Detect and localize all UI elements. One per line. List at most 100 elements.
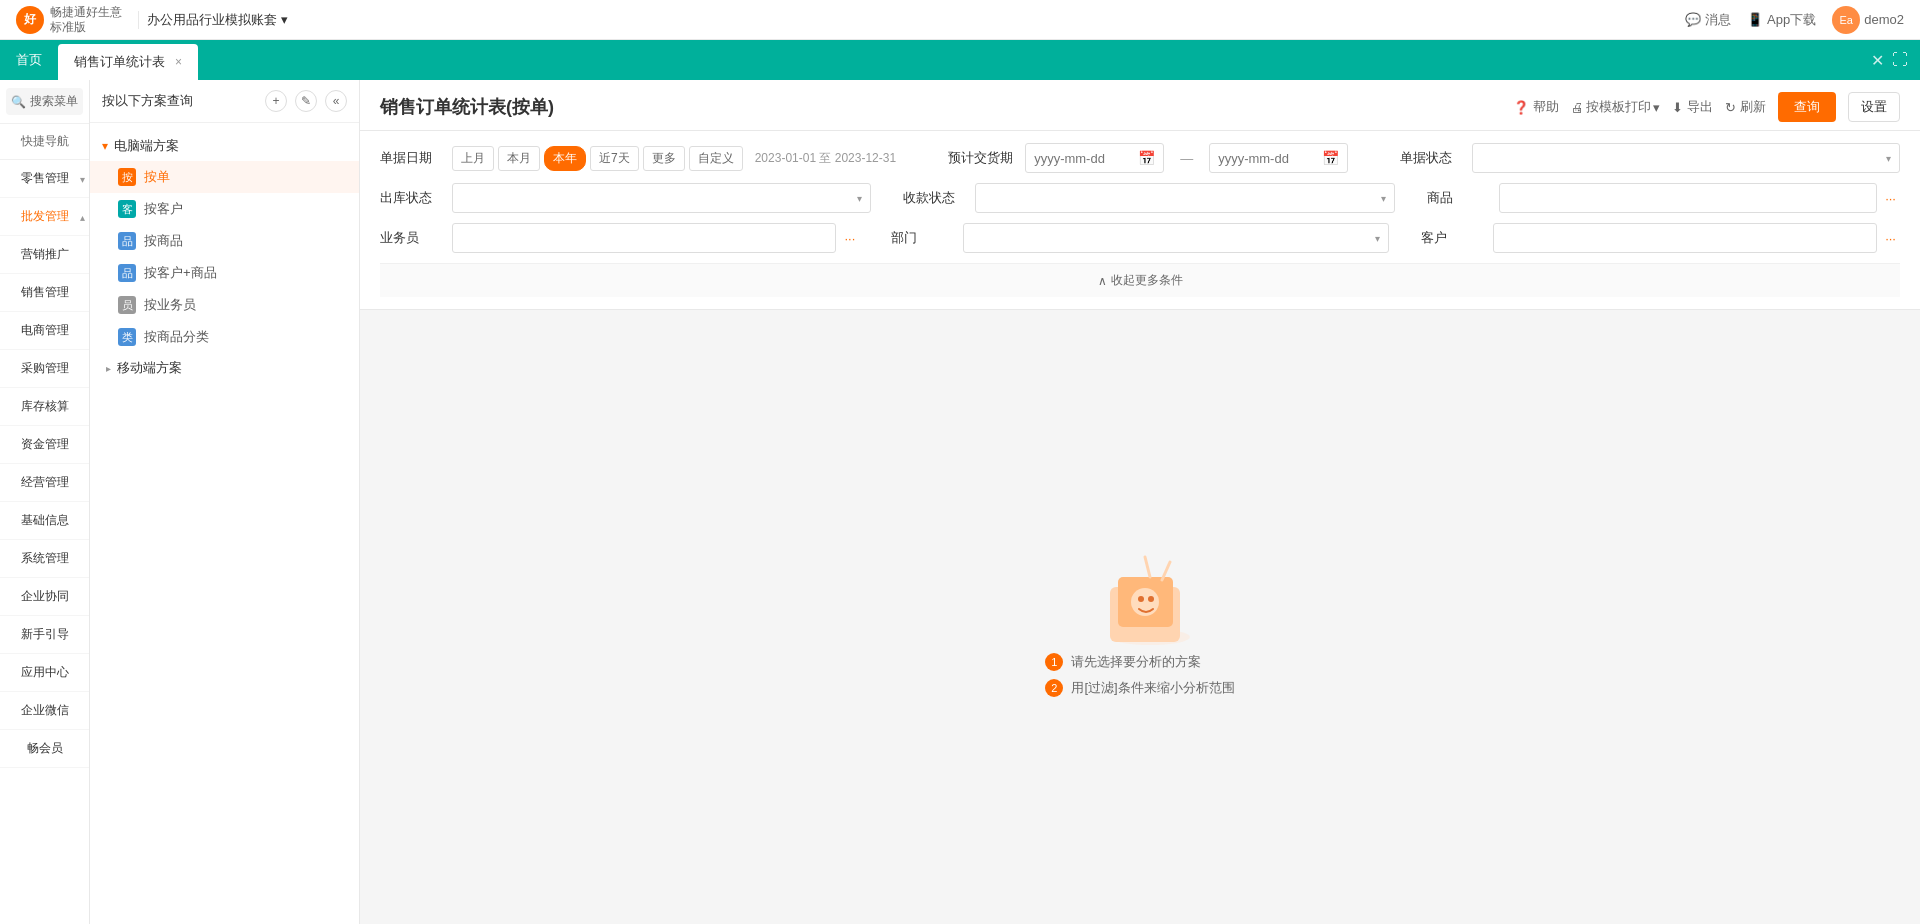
sidebar-item-enterprise[interactable]: 企业协同	[0, 578, 89, 616]
step-2-number: 2	[1045, 679, 1063, 697]
search-icon: 🔍	[11, 95, 26, 109]
help-button[interactable]: ❓ 帮助	[1513, 98, 1559, 116]
product-label: 商品	[1427, 189, 1487, 207]
sidebar-item-newbie[interactable]: 新手引导	[0, 616, 89, 654]
sidebar-item-marketing[interactable]: 营销推广	[0, 236, 89, 274]
payment-status-label: 收款状态	[903, 189, 963, 207]
calendar-icon: 📅	[1138, 150, 1155, 166]
empty-illustration	[1090, 537, 1190, 637]
top-bar-left: 好 畅捷通好生意 标准版 办公用品行业模拟账套	[16, 5, 296, 34]
product-input[interactable]	[1499, 183, 1877, 213]
shipment-status-select[interactable]	[452, 183, 871, 213]
by-salesperson-icon: 员	[118, 296, 136, 314]
expand-window-button[interactable]: ⛶	[1892, 51, 1908, 69]
custom-date-button[interactable]: 自定义	[689, 146, 743, 171]
sidebar-item-operation[interactable]: 经营管理	[0, 464, 89, 502]
print-button[interactable]: 🖨 按模板打印	[1571, 98, 1660, 116]
salesperson-input[interactable]	[452, 223, 836, 253]
query-button[interactable]: 查询	[1778, 92, 1836, 122]
salesperson-label: 业务员	[380, 229, 440, 247]
mobile-solutions-header[interactable]: 移动端方案	[90, 353, 359, 383]
sidebar-item-retail[interactable]: 零售管理	[0, 160, 89, 198]
date-label: 单据日期	[380, 149, 440, 167]
salesperson-more-button[interactable]: ···	[840, 231, 859, 246]
by-product-icon: 品	[118, 232, 136, 250]
tab-sales-order-stats[interactable]: 销售订单统计表 ×	[58, 44, 198, 80]
close-window-button[interactable]: ✕	[1871, 51, 1884, 70]
tab-home[interactable]: 首页	[0, 40, 58, 80]
this-year-button[interactable]: 本年	[544, 146, 586, 171]
tab-close-icon[interactable]: ×	[175, 55, 182, 69]
sidebar-item-sales[interactable]: 销售管理	[0, 274, 89, 312]
export-button[interactable]: ⬇ 导出	[1672, 98, 1713, 116]
last7days-button[interactable]: 近7天	[590, 146, 639, 171]
status-label: 单据状态	[1400, 149, 1460, 167]
tree-item-by-product[interactable]: 品 按商品	[90, 225, 359, 257]
mobile-solutions-label: 移动端方案	[117, 359, 182, 377]
sidebar-item-basic[interactable]: 基础信息	[0, 502, 89, 540]
by-customer-product-icon: 品	[118, 264, 136, 282]
sidebar-item-finance[interactable]: 资金管理	[0, 426, 89, 464]
tree-item-by-customer[interactable]: 客 按客户	[90, 193, 359, 225]
sidebar-item-inventory[interactable]: 库存核算	[0, 388, 89, 426]
payment-status-select[interactable]	[975, 183, 1394, 213]
collapse-more-conditions-button[interactable]: ∧ 收起更多条件	[380, 263, 1900, 297]
pc-solutions-header[interactable]: 电脑端方案	[90, 131, 359, 161]
more-date-button[interactable]: 更多	[643, 146, 685, 171]
sidebar-item-appstore[interactable]: 应用中心	[0, 654, 89, 692]
sidebar-item-purchase[interactable]: 采购管理	[0, 350, 89, 388]
message-button[interactable]: 💬 消息	[1685, 11, 1731, 29]
app-selector[interactable]: 办公用品行业模拟账套	[138, 11, 296, 29]
left-panel-header: 按以下方案查询 + ✎ «	[90, 80, 359, 123]
add-solution-button[interactable]: +	[265, 90, 287, 112]
mobile-solutions-group: 移动端方案	[90, 353, 359, 383]
page-title: 销售订单统计表(按单)	[380, 95, 554, 119]
sidebar-item-member[interactable]: 畅会员	[0, 730, 89, 768]
svg-point-4	[1138, 596, 1144, 602]
svg-point-5	[1148, 596, 1154, 602]
date-range-display: 2023-01-01 至 2023-12-31	[755, 150, 896, 167]
end-date-input-wrap: 📅	[1209, 143, 1348, 173]
app-download-button[interactable]: 📱 App下载	[1747, 11, 1816, 29]
sidebar-item-system[interactable]: 系统管理	[0, 540, 89, 578]
sidebar-item-wholesale[interactable]: 批发管理 ▴	[0, 198, 89, 236]
customer-label: 客户	[1421, 229, 1481, 247]
department-select[interactable]	[963, 223, 1388, 253]
product-more-button[interactable]: ···	[1881, 191, 1900, 206]
help-icon: ❓	[1513, 100, 1529, 115]
tree-item-by-customer-product[interactable]: 品 按客户+商品	[90, 257, 359, 289]
sidebar-item-corpwechat[interactable]: 企业微信	[0, 692, 89, 730]
edit-solution-button[interactable]: ✎	[295, 90, 317, 112]
customer-more-button[interactable]: ···	[1881, 231, 1900, 246]
customer-input[interactable]	[1493, 223, 1877, 253]
step-1-number: 1	[1045, 653, 1063, 671]
status-select[interactable]	[1472, 143, 1900, 173]
this-month-button[interactable]: 本月	[498, 146, 540, 171]
print-chevron-icon	[1653, 100, 1660, 115]
sidebar-item-ecommerce[interactable]: 电商管理	[0, 312, 89, 350]
sidebar: 🔍 搜索菜单 快捷导航 零售管理 批发管理 ▴ 营销推广 销售管理 电商管理 采…	[0, 80, 90, 924]
start-date-input[interactable]	[1034, 151, 1134, 166]
payment-chevron-icon	[1381, 193, 1386, 204]
logo-text: 畅捷通好生意 标准版	[50, 5, 122, 34]
main-layout: 🔍 搜索菜单 快捷导航 零售管理 批发管理 ▴ 营销推广 销售管理 电商管理 采…	[0, 80, 1920, 924]
last-month-button[interactable]: 上月	[452, 146, 494, 171]
chevron-right-icon	[106, 363, 111, 374]
settings-button[interactable]: 设置	[1848, 92, 1900, 122]
tree-item-by-salesperson[interactable]: 员 按业务员	[90, 289, 359, 321]
filter-row-1: 单据日期 上月 本月 本年 近7天 更多 自定义 2023-01-01 至 20…	[380, 143, 1900, 173]
collapse-panel-button[interactable]: «	[325, 90, 347, 112]
tree-item-by-order[interactable]: 按 按单	[90, 161, 359, 193]
filter-row-3: 业务员 ··· 部门 客户 ···	[380, 223, 1900, 253]
user-area[interactable]: Ea demo2	[1832, 6, 1904, 34]
tree-item-by-product-category[interactable]: 类 按商品分类	[90, 321, 359, 353]
search-menu-button[interactable]: 🔍 搜索菜单	[6, 88, 83, 115]
left-panel: 按以下方案查询 + ✎ « 电脑端方案 按 按单	[90, 80, 360, 924]
end-date-input[interactable]	[1218, 151, 1318, 166]
top-bar: 好 畅捷通好生意 标准版 办公用品行业模拟账套 💬 消息 📱 App下载 Ea …	[0, 0, 1920, 40]
refresh-button[interactable]: ↻ 刷新	[1725, 98, 1766, 116]
logo-icon: 好	[16, 6, 44, 34]
content-area: 按以下方案查询 + ✎ « 电脑端方案 按 按单	[90, 80, 1920, 924]
quick-nav-button[interactable]: 快捷导航	[0, 128, 89, 155]
chevron-down-icon	[102, 139, 108, 153]
